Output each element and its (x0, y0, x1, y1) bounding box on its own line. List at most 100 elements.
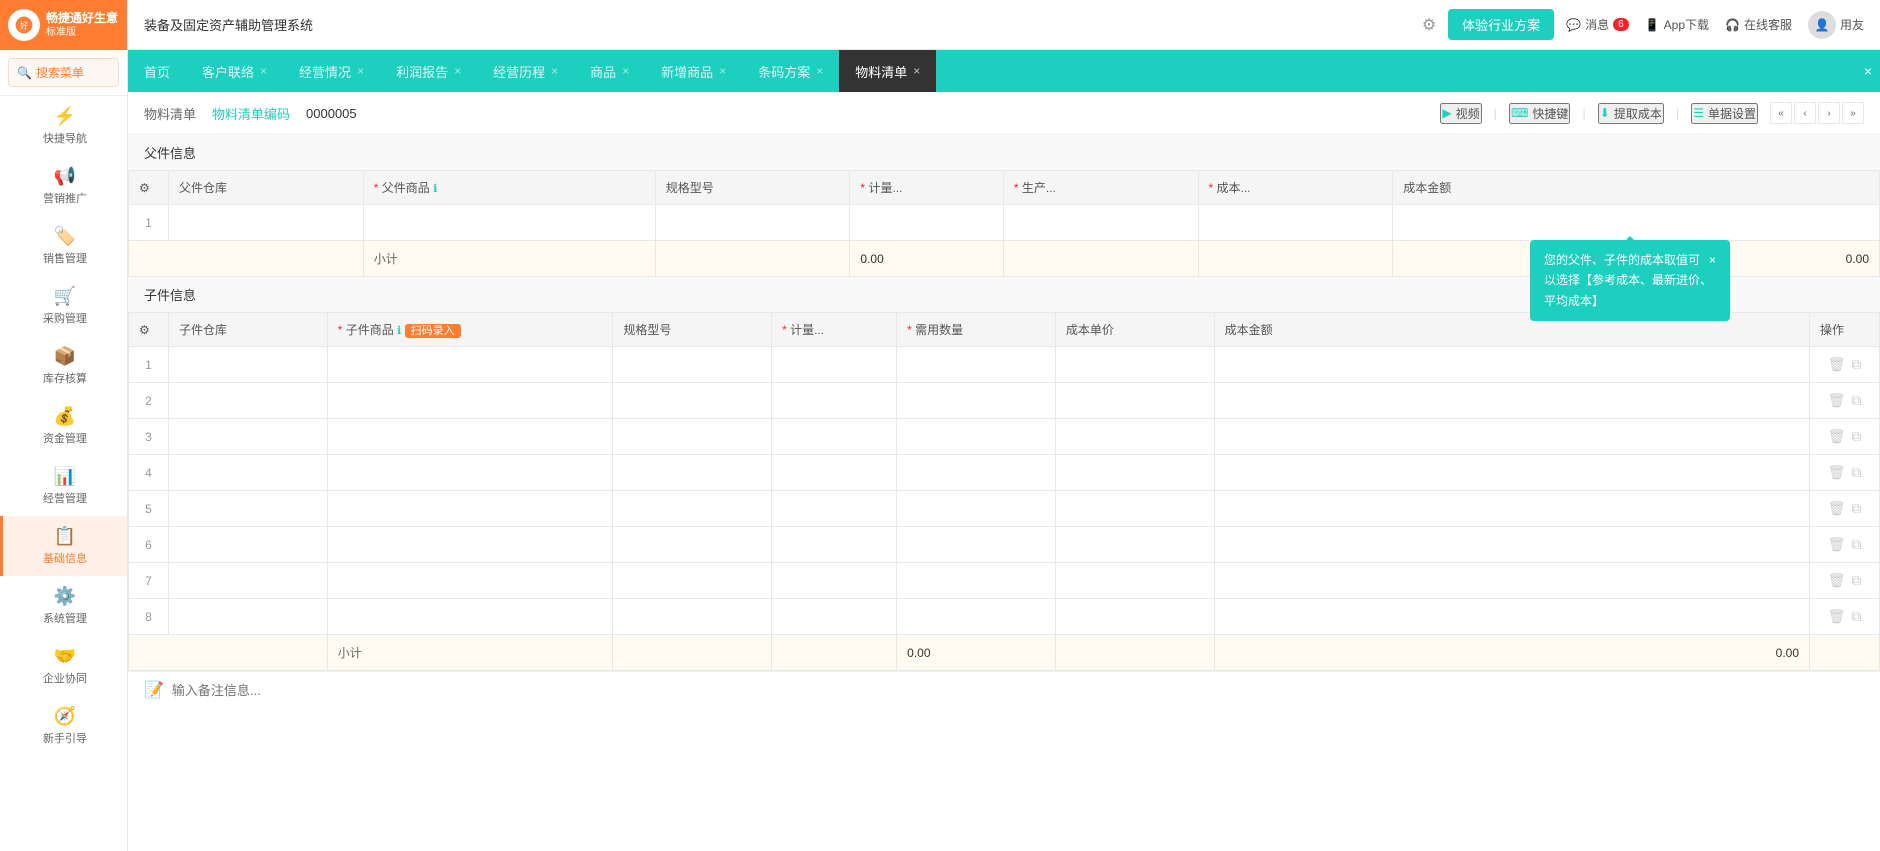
tab-home-label: 首页 (144, 62, 170, 81)
tab-new-products[interactable]: 新增商品 × (645, 50, 742, 92)
parent-row-1-product[interactable] (363, 205, 655, 241)
trial-button[interactable]: 体验行业方案 (1448, 9, 1554, 40)
child-subtotal-quantity: 0.00 (897, 635, 1056, 671)
child-row-1-unit-price[interactable] (1055, 347, 1214, 383)
tab-history-close[interactable]: × (551, 64, 558, 78)
brand-name: 畅捷通好生意 (46, 11, 118, 27)
parent-row-1-cost-amount[interactable] (1393, 205, 1880, 241)
sidebar-item-quick-nav[interactable]: ⚡ 快捷导航 (0, 96, 127, 156)
tab-profit[interactable]: 利润报告 × (380, 50, 477, 92)
tab-barcode[interactable]: 条码方案 × (742, 50, 839, 92)
table-row: 8 🗑 ⧉ (129, 599, 1880, 635)
child-row-1-spec[interactable] (613, 347, 772, 383)
tooltip-close-button[interactable]: × (1709, 250, 1716, 270)
child-row-2-action: 🗑 ⧉ (1810, 383, 1880, 419)
parent-col-settings[interactable]: ⚙ (129, 171, 169, 205)
copy-icon[interactable]: ⧉ (1851, 500, 1861, 517)
tab-customers[interactable]: 客户联络 × (186, 50, 283, 92)
quick-nav-label: 快捷导航 (43, 130, 87, 146)
child-row-1-warehouse[interactable] (169, 347, 328, 383)
svg-text:好: 好 (20, 20, 28, 30)
tab-new-products-label: 新增商品 (661, 62, 713, 81)
tab-bom-close[interactable]: × (913, 64, 920, 78)
parent-row-1-unit[interactable] (850, 205, 1003, 241)
note-input[interactable] (172, 683, 1864, 698)
table-row: 1 🗑 (129, 347, 1880, 383)
view-video-button[interactable]: ▶ 视频 (1440, 103, 1481, 124)
single-settings-button[interactable]: ☰ 单据设置 (1691, 103, 1758, 124)
extract-cost-button[interactable]: ⬇ 提取成本 (1598, 103, 1664, 124)
last-doc-button[interactable]: » (1842, 102, 1864, 124)
child-product-info-icon: ℹ (397, 325, 401, 337)
tab-new-products-close[interactable]: × (719, 64, 726, 78)
sidebar-item-sales[interactable]: 🏷️ 销售管理 (0, 216, 127, 276)
parent-row-1-warehouse[interactable] (169, 205, 364, 241)
tab-home[interactable]: 首页 (128, 50, 186, 92)
child-subtotal-row: 小计 0.00 0.00 (129, 635, 1880, 671)
sidebar-item-finance[interactable]: 💰 资金管理 (0, 396, 127, 456)
child-row-1-product[interactable] (327, 347, 613, 383)
copy-icon[interactable]: ⧉ (1851, 464, 1861, 481)
delete-icon[interactable]: 🗑 (1828, 500, 1846, 517)
user-item[interactable]: 👤 用友 (1808, 11, 1864, 39)
bottom-note-area: 📝 (128, 671, 1880, 708)
topbar: 装备及固定资产辅助管理系统 ⚙ 体验行业方案 💬 消息 6 📱 App下载 🎧 … (128, 0, 1880, 50)
delete-icon[interactable]: 🗑 (1828, 572, 1846, 589)
sidebar-nav: ⚡ 快捷导航 📢 营销推广 🏷️ 销售管理 🛒 采购管理 📦 库存核算 💰 资金… (0, 96, 127, 851)
tab-profit-close[interactable]: × (454, 64, 461, 78)
parent-row-1-cost[interactable] (1198, 205, 1393, 241)
next-doc-button[interactable]: › (1818, 102, 1840, 124)
child-col-settings[interactable]: ⚙ (129, 313, 169, 347)
online-service-item[interactable]: 🎧 在线客服 (1725, 16, 1792, 33)
settings-icon[interactable]: ⚙ (1422, 15, 1436, 35)
delete-icon[interactable]: 🗑 (1828, 428, 1846, 445)
sidebar-item-inventory[interactable]: 📦 库存核算 (0, 336, 127, 396)
tab-history[interactable]: 经营历程 × (477, 50, 574, 92)
search-menu-button[interactable]: 🔍 搜索菜单 (8, 58, 119, 87)
sidebar-item-enterprise[interactable]: 🤝 企业协同 (0, 636, 127, 696)
note-icon: 📝 (144, 680, 164, 700)
copy-icon[interactable]: ⧉ (1851, 428, 1861, 445)
tab-customers-close[interactable]: × (260, 64, 267, 78)
parent-row-1-spec[interactable] (655, 205, 850, 241)
prev-doc-button[interactable]: ‹ (1794, 102, 1816, 124)
tab-operations[interactable]: 经营情况 × (283, 50, 380, 92)
close-all-tabs[interactable]: × (1856, 63, 1880, 79)
tab-products-close[interactable]: × (622, 64, 629, 78)
delete-icon[interactable]: 🗑 (1828, 392, 1846, 409)
copy-icon[interactable]: ⧉ (1851, 608, 1861, 625)
doc-label: 物料清单编码 (212, 104, 290, 123)
sidebar-item-basic-info[interactable]: 📋 基础信息 (0, 516, 127, 576)
first-doc-button[interactable]: « (1770, 102, 1792, 124)
sidebar-item-purchase[interactable]: 🛒 采购管理 (0, 276, 127, 336)
child-row-1-quantity[interactable] (897, 347, 1056, 383)
sidebar-item-guide[interactable]: 🧭 新手引导 (0, 696, 127, 756)
shortcut-button[interactable]: ⌨ 快捷键 (1509, 103, 1570, 124)
scan-button[interactable]: 扫码录入 (405, 324, 461, 338)
child-row-2-product[interactable] (327, 383, 613, 419)
sidebar-item-system[interactable]: ⚙️ 系统管理 (0, 576, 127, 636)
sidebar-item-operations[interactable]: 📊 经营管理 (0, 456, 127, 516)
tab-operations-close[interactable]: × (357, 64, 364, 78)
child-row-1-unit[interactable] (772, 347, 897, 383)
tab-bom[interactable]: 物料清单 × (839, 50, 936, 92)
delete-icon[interactable]: 🗑 (1828, 536, 1846, 553)
tab-products[interactable]: 商品 × (574, 50, 645, 92)
child-row-1-cost-amount[interactable] (1214, 347, 1809, 383)
app-download-item[interactable]: 📱 App下载 (1645, 16, 1709, 33)
copy-icon[interactable]: ⧉ (1851, 392, 1861, 409)
delete-icon[interactable]: 🗑 (1828, 608, 1846, 625)
child-row-2-warehouse[interactable] (169, 383, 328, 419)
delete-icon[interactable]: 🗑 (1828, 356, 1846, 373)
user-icon: 👤 (1815, 18, 1830, 32)
parent-col-cost-amount: 成本金额 (1393, 171, 1880, 205)
copy-icon[interactable]: ⧉ (1851, 356, 1861, 373)
copy-icon[interactable]: ⧉ (1851, 536, 1861, 553)
tab-barcode-close[interactable]: × (816, 64, 823, 78)
delete-icon[interactable]: 🗑 (1828, 464, 1846, 481)
parent-row-1-production[interactable] (1003, 205, 1198, 241)
copy-icon[interactable]: ⧉ (1851, 572, 1861, 589)
marketing-icon: 📢 (54, 166, 76, 187)
sidebar-item-marketing[interactable]: 📢 营销推广 (0, 156, 127, 216)
message-item[interactable]: 💬 消息 6 (1566, 16, 1629, 33)
